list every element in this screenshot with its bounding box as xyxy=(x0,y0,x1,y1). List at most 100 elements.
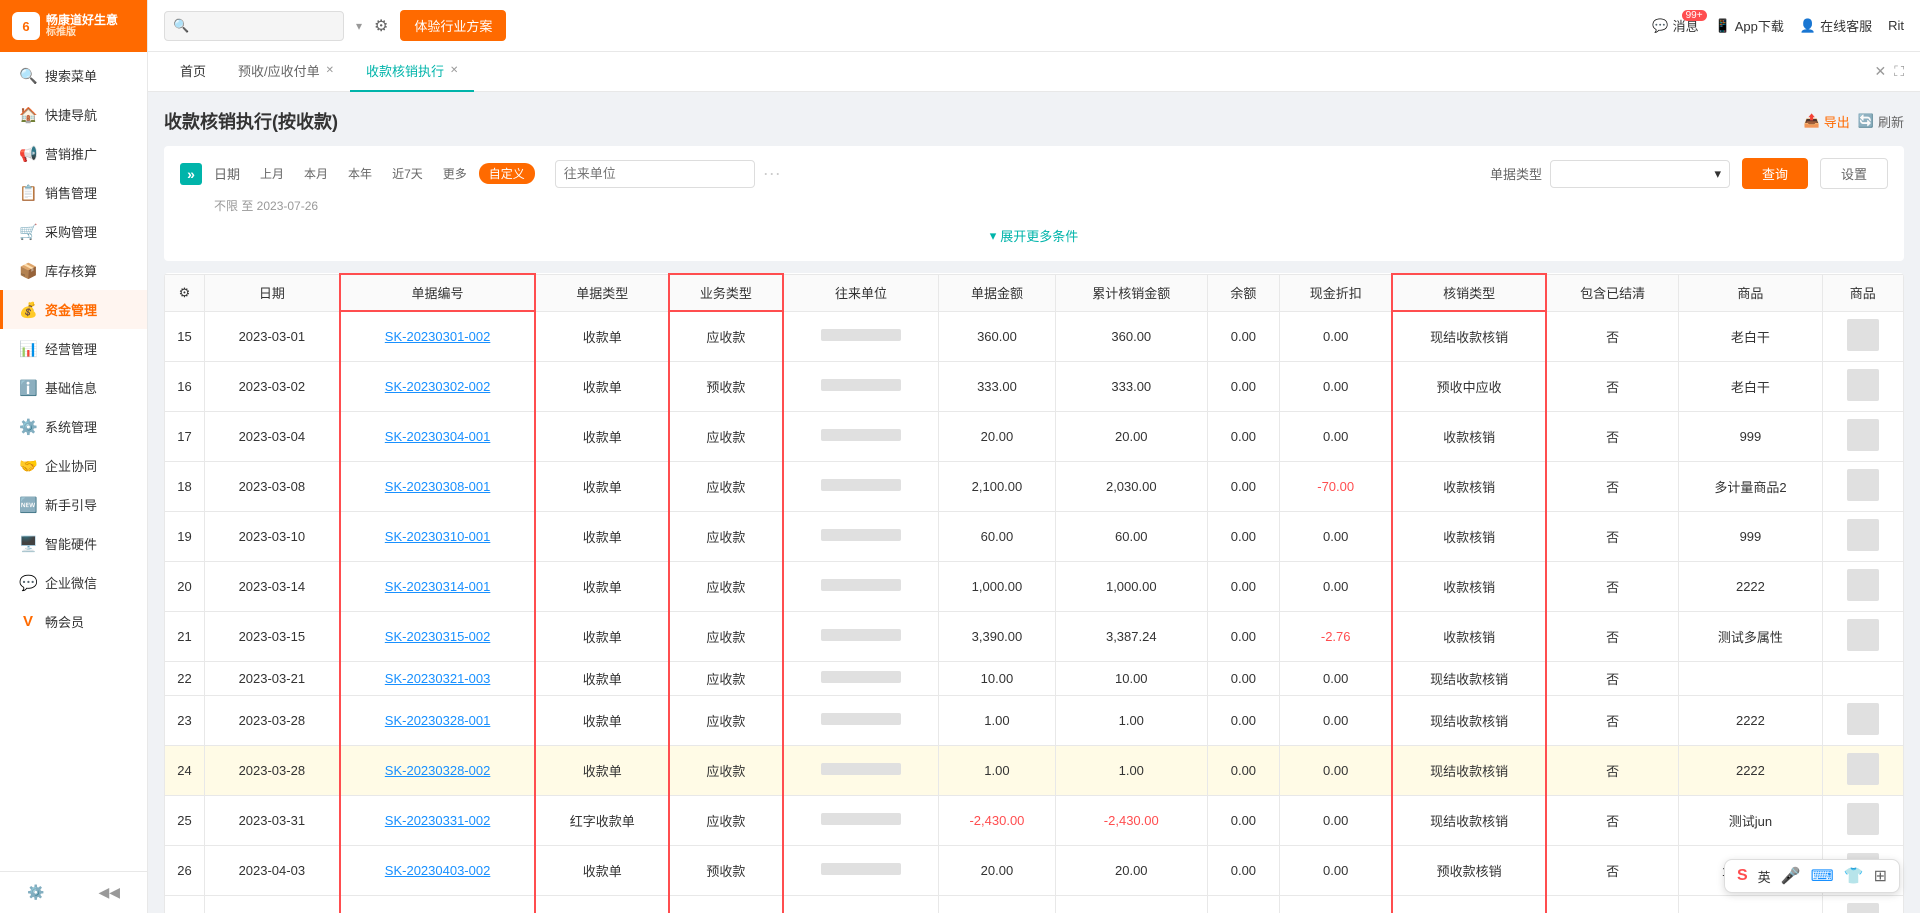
bill-no-link[interactable]: SK-20230331-002 xyxy=(385,813,491,828)
tab-writeoff[interactable]: 收款核销执行 ✕ xyxy=(350,52,474,92)
unit-input[interactable] xyxy=(555,160,755,188)
date-btn-7days[interactable]: 近7天 xyxy=(384,163,431,184)
logo-line1: 畅康道好生意 xyxy=(46,13,118,27)
cell-biz-type: 应收款 xyxy=(669,461,783,511)
tab-close-all-icon[interactable]: ✕ xyxy=(1874,63,1886,80)
bill-no-link[interactable]: SK-20230403-002 xyxy=(385,863,491,878)
tab-writeoff-close[interactable]: ✕ xyxy=(450,65,458,76)
logo-icon: 6 xyxy=(12,12,40,40)
sidebar-item-basic[interactable]: ℹ️ 基础信息 xyxy=(0,368,147,407)
settings-button[interactable]: 设置 xyxy=(1820,158,1888,189)
page-title: 收款核销执行(按收款) xyxy=(164,108,338,134)
refresh-button[interactable]: 🔄 刷新 xyxy=(1858,112,1904,131)
chevron-down-icon: ▾ xyxy=(990,228,997,244)
bill-no-link[interactable]: SK-20230328-001 xyxy=(385,713,491,728)
online-service-button[interactable]: 👤 在线客服 xyxy=(1800,16,1872,35)
sidebar-item-finance[interactable]: 💰 资金管理 xyxy=(0,290,147,329)
cell-writeoff-type: 现结收款核销 xyxy=(1392,661,1546,695)
cell-unit xyxy=(783,461,939,511)
sidebar-item-corp[interactable]: 🤝 企业协同 xyxy=(0,446,147,485)
date-btn-thismonth[interactable]: 本月 xyxy=(296,163,336,184)
filter-row-1: » 日期 上月 本月 本年 近7天 更多 自定义 ··· 单据类型 xyxy=(180,158,1888,189)
sidebar-item-member[interactable]: V 畅会员 xyxy=(0,602,147,641)
service-icon: 👤 xyxy=(1800,18,1816,34)
sidebar-label-marketing: 营销推广 xyxy=(45,144,97,163)
sidebar-item-hardware[interactable]: 🖥️ 智能硬件 xyxy=(0,524,147,563)
sidebar-item-guide[interactable]: 🆕 新手引导 xyxy=(0,485,147,524)
collapse-icon[interactable]: ◀◀ xyxy=(90,880,128,905)
sidebar-item-search[interactable]: 🔍 搜索菜单 xyxy=(0,56,147,95)
date-btn-custom[interactable]: 自定义 xyxy=(479,163,535,184)
sidebar-item-operations[interactable]: 📊 经营管理 xyxy=(0,329,147,368)
solution-button[interactable]: 体验行业方案 xyxy=(400,10,506,41)
topbar-dropdown-arrow[interactable]: ▾ xyxy=(356,19,362,33)
sidebar-item-wechat[interactable]: 💬 企业微信 xyxy=(0,563,147,602)
bill-no-link[interactable]: SK-20230328-002 xyxy=(385,763,491,778)
bill-no-link[interactable]: SK-20230315-002 xyxy=(385,629,491,644)
cell-included: 否 xyxy=(1546,311,1679,361)
col-settings[interactable]: ⚙ xyxy=(165,274,205,311)
export-button[interactable]: 📤 导出 xyxy=(1804,112,1850,131)
cell-writeoff-type: 现结收款核销 xyxy=(1392,311,1546,361)
cell-writeoff-type: 现结收款核销 xyxy=(1392,795,1546,845)
cell-biz-type: 预收款 xyxy=(669,361,783,411)
ime-logo-icon: S xyxy=(1737,867,1748,885)
col-goods2: 商品 xyxy=(1822,274,1903,311)
app-icon: 📱 xyxy=(1715,18,1731,34)
cell-unit xyxy=(783,361,939,411)
bill-no-link[interactable]: SK-20230321-003 xyxy=(385,671,491,686)
date-btn-thisyear[interactable]: 本年 xyxy=(340,163,380,184)
ime-keyboard-icon[interactable]: ⌨ xyxy=(1811,866,1834,886)
sidebar-item-quicknav[interactable]: 🏠 快捷导航 xyxy=(0,95,147,134)
tab-home[interactable]: 首页 xyxy=(164,52,222,92)
cell-amount: -2,430.00 xyxy=(939,795,1056,845)
table-row: 21 2023-03-15 SK-20230315-002 收款单 应收款 3,… xyxy=(165,611,1904,661)
sidebar-label-search: 搜索菜单 xyxy=(45,66,97,85)
expand-more-button[interactable]: ▾ 展开更多条件 xyxy=(990,226,1079,245)
bill-no-link[interactable]: SK-20230310-001 xyxy=(385,529,491,544)
ime-apps-icon[interactable]: ⊞ xyxy=(1874,866,1887,886)
topbar-gear-icon[interactable]: ⚙ xyxy=(374,16,388,36)
cell-biz-type: 应收款 xyxy=(669,411,783,461)
col-discount: 现金折扣 xyxy=(1280,274,1393,311)
cell-writeoff-type: 收款核销 xyxy=(1392,561,1546,611)
ime-mic-icon[interactable]: 🎤 xyxy=(1781,866,1801,886)
app-download-button[interactable]: 📱 App下载 xyxy=(1715,16,1784,35)
query-button[interactable]: 查询 xyxy=(1742,158,1808,189)
date-btn-more[interactable]: 更多 xyxy=(435,163,475,184)
filter-expand-toggle[interactable]: » xyxy=(180,163,202,185)
bill-no-link[interactable]: SK-20230314-001 xyxy=(385,579,491,594)
expand-more-bar: ▾ 展开更多条件 xyxy=(180,222,1888,249)
message-button[interactable]: 💬 消息 99+ xyxy=(1652,16,1698,35)
tab-expand-icon[interactable]: ⛶ xyxy=(1894,63,1904,80)
data-table: ⚙ 日期 单据编号 单据类型 业务类型 往来单位 单据金额 累计核销金额 余额 … xyxy=(164,273,1904,913)
cell-goods1: 999 xyxy=(1679,411,1822,461)
bill-no-link[interactable]: SK-20230302-002 xyxy=(385,379,491,394)
user-menu[interactable]: Rit xyxy=(1888,18,1904,33)
sidebar-item-purchase[interactable]: 🛒 采购管理 xyxy=(0,212,147,251)
ime-lang-label[interactable]: 英 xyxy=(1758,867,1771,886)
date-btn-lastmonth[interactable]: 上月 xyxy=(252,163,292,184)
unit-dots[interactable]: ··· xyxy=(763,163,781,184)
bill-no-link[interactable]: SK-20230308-001 xyxy=(385,479,491,494)
sidebar-item-inventory[interactable]: 📦 库存核算 xyxy=(0,251,147,290)
bill-no-link[interactable]: SK-20230301-002 xyxy=(385,329,491,344)
bill-type-select[interactable]: ▾ xyxy=(1550,160,1730,188)
page-actions: 📤 导出 🔄 刷新 xyxy=(1804,112,1904,131)
tab-prepay[interactable]: 预收/应收付单 ✕ xyxy=(222,52,350,92)
cell-amount: 20.00 xyxy=(939,411,1056,461)
table-scroll[interactable]: ⚙ 日期 单据编号 单据类型 业务类型 往来单位 单据金额 累计核销金额 余额 … xyxy=(164,273,1904,913)
bill-no-link[interactable]: SK-20230304-001 xyxy=(385,429,491,444)
tab-prepay-close[interactable]: ✕ xyxy=(326,65,334,76)
topbar-search-box[interactable]: 🔍 xyxy=(164,11,344,41)
basic-icon: ℹ️ xyxy=(19,379,37,397)
ime-shirt-icon[interactable]: 👕 xyxy=(1844,866,1864,886)
sidebar-item-system[interactable]: ⚙️ 系统管理 xyxy=(0,407,147,446)
cell-discount: 0.00 xyxy=(1280,661,1393,695)
sidebar-item-sales[interactable]: 📋 销售管理 xyxy=(0,173,147,212)
cell-discount: -70.00 xyxy=(1280,461,1393,511)
date-range-display: 不限 至 2023-07-26 xyxy=(214,197,318,214)
settings-gear-icon[interactable]: ⚙️ xyxy=(19,880,52,905)
sidebar-item-marketing[interactable]: 📢 营销推广 xyxy=(0,134,147,173)
export-label: 导出 xyxy=(1824,112,1850,131)
